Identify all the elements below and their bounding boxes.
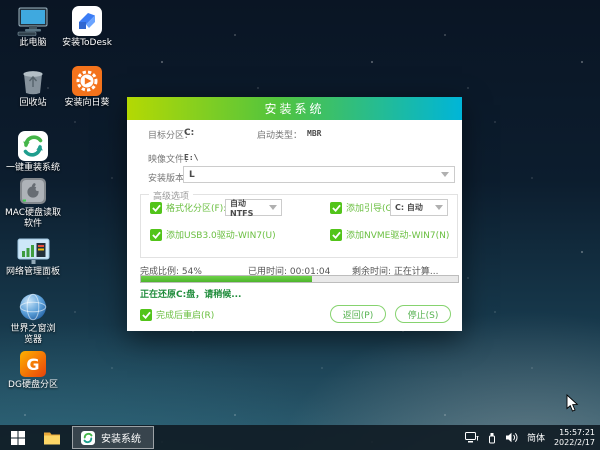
taskbar: 安装系统 简体 15:57:21 2022/2/17	[0, 425, 600, 450]
dialog-title: 安装系统	[264, 102, 325, 116]
desktop-icon-mac-disk[interactable]: MAC硬盘读取软件	[4, 176, 62, 231]
sunflower-icon	[72, 66, 102, 96]
desktop-icon-label: 回收站	[19, 98, 47, 108]
checkmark-icon	[151, 204, 161, 212]
usb3-driver-row: 添加USB3.0驱动-WIN7(U)	[150, 228, 276, 241]
todesk-icon	[72, 6, 102, 36]
desktop-icon-recycle-bin[interactable]: 回收站	[4, 66, 62, 109]
boot-drive-select[interactable]: C: 自动	[390, 199, 448, 216]
diskgenius-icon: G	[20, 351, 46, 377]
windows-logo-icon	[11, 430, 25, 445]
desktop-icon-label: 网络管理面板	[5, 267, 60, 277]
nvme-driver-checkbox[interactable]	[330, 228, 342, 241]
computer-icon	[17, 7, 48, 36]
restart-after-label[interactable]: 完成后重启(R)	[156, 308, 214, 321]
stop-button-label: 停止(S)	[407, 310, 439, 321]
folder-icon	[44, 432, 60, 444]
usb3-driver-label[interactable]: 添加USB3.0驱动-WIN7(U)	[166, 228, 276, 241]
restart-after-checkbox[interactable]	[140, 308, 152, 321]
boot-type-label: 启动类型：	[257, 131, 303, 141]
desktop-icon-label: 一键重装系统	[5, 163, 60, 173]
start-button[interactable]	[0, 425, 36, 450]
add-boot-checkbox[interactable]	[330, 201, 342, 214]
chevron-down-icon	[435, 205, 443, 210]
system-tray: 简体 15:57:21 2022/2/17	[464, 428, 600, 448]
back-button-label: 返回(P)	[342, 310, 374, 321]
desktop-icon-diskgenius[interactable]: G DG硬盘分区	[3, 350, 63, 391]
desktop-icon-browser[interactable]: 世界之窗浏览器	[8, 292, 58, 347]
install-system-dialog: 安装系统 目标分区： C: 启动类型： MBR 映像文件： E:\ 安装版本： …	[127, 97, 462, 331]
file-explorer-button[interactable]	[36, 425, 68, 450]
desktop-icon-todesk[interactable]: 安装ToDesk	[58, 6, 116, 49]
mouse-cursor	[566, 394, 579, 412]
checkmark-icon	[151, 231, 161, 239]
one-key-reinstall-icon	[18, 131, 48, 161]
boot-drive-value: C: 自动	[395, 203, 423, 212]
usb3-driver-checkbox[interactable]	[150, 228, 162, 241]
dialog-titlebar[interactable]: 安装系统	[127, 97, 462, 120]
globe-browser-icon	[19, 293, 47, 321]
taskbar-task-install-system[interactable]: 安装系统	[72, 426, 154, 449]
format-partition-row: 格式化分区(F):	[150, 201, 226, 214]
desktop-icon-label: 世界之窗浏览器	[10, 324, 56, 346]
speaker-icon[interactable]	[505, 432, 518, 443]
format-partition-checkbox[interactable]	[150, 201, 162, 214]
nvme-driver-row: 添加NVME驱动-WIN7(N)	[330, 228, 449, 241]
checkmark-icon	[331, 231, 341, 239]
recycle-bin-icon	[23, 71, 43, 95]
desktop-icon-network-panel[interactable]: 网络管理面板	[1, 238, 65, 278]
task-label: 安装系统	[101, 434, 141, 445]
chevron-down-icon	[269, 205, 277, 210]
desktop: 此电脑 安装ToDesk 回收站 安装向日葵 一键重装系统 MAC硬盘读取软件 …	[0, 0, 600, 450]
progress-fill	[141, 276, 313, 282]
clock-date: 2022/2/17	[553, 437, 595, 447]
stop-button[interactable]: 停止(S)	[395, 305, 451, 323]
desktop-icon-label: 安装向日葵	[64, 98, 110, 108]
nvme-driver-label[interactable]: 添加NVME驱动-WIN7(N)	[346, 228, 449, 241]
network-icon[interactable]	[464, 431, 479, 444]
desktop-icon-label: DG硬盘分区	[8, 380, 58, 390]
desktop-icon-label: 此电脑	[19, 38, 47, 48]
network-panel-icon	[17, 238, 49, 264]
usb-device-icon[interactable]	[488, 432, 496, 444]
desktop-icon-label: MAC硬盘读取软件	[4, 208, 62, 230]
image-file-value: E:\	[184, 152, 199, 162]
desktop-icon-sunflower[interactable]: 安装向日葵	[58, 66, 116, 109]
format-partition-label[interactable]: 格式化分区(F):	[166, 201, 226, 214]
language-indicator[interactable]: 简体	[527, 431, 545, 444]
target-partition-value: C:	[184, 128, 195, 138]
chevron-down-icon	[441, 172, 449, 177]
desktop-icon-reinstall-system[interactable]: 一键重装系统	[2, 131, 64, 174]
desktop-icon-label: 安装ToDesk	[62, 38, 112, 48]
clock-time: 15:57:21	[559, 427, 595, 437]
format-type-value: 自动 NTFS	[230, 198, 254, 218]
checkmark-icon	[141, 311, 151, 319]
restart-after-row: 完成后重启(R)	[140, 308, 214, 321]
boot-type-value: MBR	[307, 128, 322, 138]
add-boot-row: 添加引导(G):	[330, 201, 399, 214]
clock[interactable]: 15:57:21 2022/2/17	[554, 428, 595, 448]
svg-text:G: G	[26, 355, 39, 374]
back-button[interactable]: 返回(P)	[330, 305, 386, 323]
mac-disk-icon	[20, 178, 46, 204]
restore-status-text: 正在还原C:盘，请稍候...	[140, 290, 242, 300]
desktop-icon-this-pc[interactable]: 此电脑	[4, 6, 62, 49]
install-version-select[interactable]: L	[183, 166, 455, 183]
checkmark-icon	[331, 204, 341, 212]
format-type-select[interactable]: 自动 NTFS	[225, 198, 282, 218]
one-key-reinstall-icon	[81, 430, 95, 445]
progress-bar	[140, 275, 459, 283]
install-version-value: L	[189, 169, 195, 180]
